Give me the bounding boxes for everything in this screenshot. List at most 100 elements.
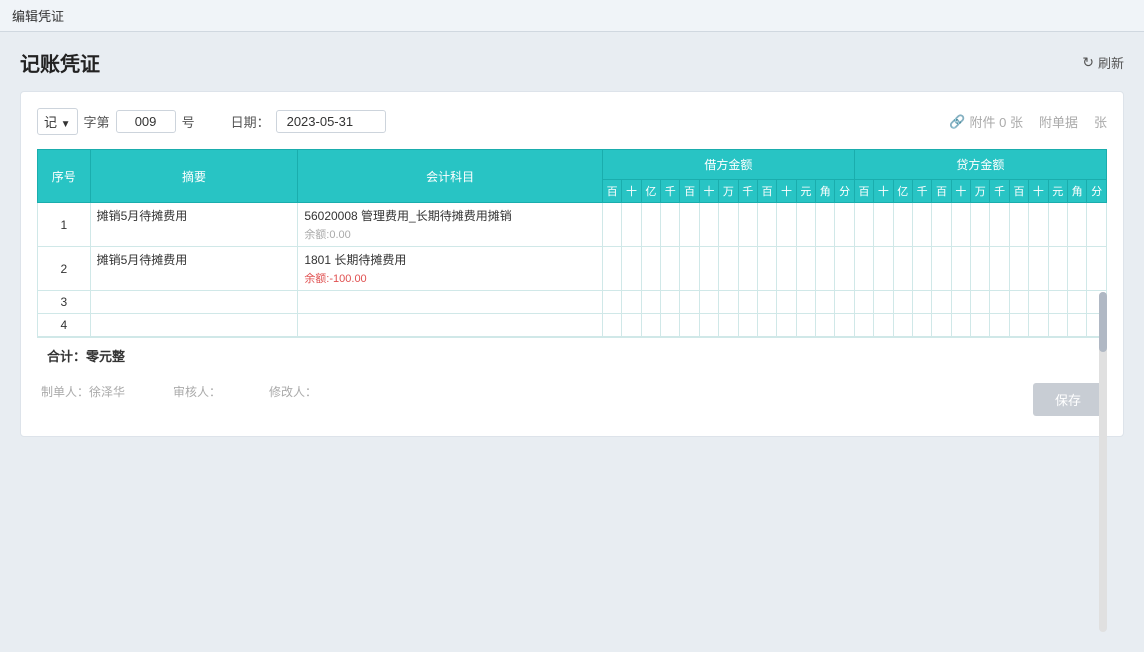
row-summary-0[interactable]: 摊销5月待摊费用 xyxy=(90,203,298,247)
debit-cell-3-11[interactable] xyxy=(816,314,835,337)
credit-cell-1-3[interactable] xyxy=(912,247,931,291)
credit-cell-2-3[interactable] xyxy=(912,291,931,314)
credit-cell-1-10[interactable] xyxy=(1048,247,1067,291)
credit-cell-3-6[interactable] xyxy=(971,314,990,337)
debit-cell-2-7[interactable] xyxy=(738,291,757,314)
scrollbar-thumb[interactable] xyxy=(1099,292,1107,352)
credit-cell-2-1[interactable] xyxy=(874,291,893,314)
debit-cell-2-10[interactable] xyxy=(796,291,815,314)
refresh-button[interactable]: ↻ 刷新 xyxy=(1082,53,1124,72)
debit-cell-1-12[interactable] xyxy=(835,247,854,291)
debit-cell-2-4[interactable] xyxy=(680,291,699,314)
credit-cell-0-3[interactable] xyxy=(912,203,931,247)
credit-cell-2-5[interactable] xyxy=(951,291,970,314)
debit-cell-3-1[interactable] xyxy=(622,314,641,337)
debit-cell-1-11[interactable] xyxy=(816,247,835,291)
debit-cell-3-6[interactable] xyxy=(719,314,738,337)
credit-cell-3-0[interactable] xyxy=(854,314,873,337)
debit-cell-2-11[interactable] xyxy=(816,291,835,314)
credit-cell-0-4[interactable] xyxy=(932,203,951,247)
debit-cell-1-7[interactable] xyxy=(738,247,757,291)
scrollbar-track[interactable] xyxy=(1099,292,1107,632)
row-account-0[interactable]: 56020008 管理费用_长期待摊费用摊销余额:0.00 xyxy=(298,203,603,247)
credit-cell-1-1[interactable] xyxy=(874,247,893,291)
credit-cell-2-10[interactable] xyxy=(1048,291,1067,314)
credit-cell-1-0[interactable] xyxy=(854,247,873,291)
credit-cell-3-5[interactable] xyxy=(951,314,970,337)
credit-cell-2-0[interactable] xyxy=(854,291,873,314)
credit-cell-3-8[interactable] xyxy=(1009,314,1028,337)
debit-cell-2-0[interactable] xyxy=(602,291,621,314)
debit-cell-3-10[interactable] xyxy=(796,314,815,337)
type-select[interactable]: 记 ▼ xyxy=(37,108,78,135)
debit-cell-3-2[interactable] xyxy=(641,314,660,337)
debit-cell-0-5[interactable] xyxy=(699,203,718,247)
row-account-2[interactable] xyxy=(298,291,603,314)
debit-cell-2-8[interactable] xyxy=(757,291,776,314)
debit-cell-0-11[interactable] xyxy=(816,203,835,247)
credit-cell-1-9[interactable] xyxy=(1029,247,1048,291)
credit-cell-1-6[interactable] xyxy=(971,247,990,291)
row-summary-3[interactable] xyxy=(90,314,298,337)
debit-cell-0-10[interactable] xyxy=(796,203,815,247)
credit-cell-1-8[interactable] xyxy=(1009,247,1028,291)
debit-cell-3-4[interactable] xyxy=(680,314,699,337)
debit-cell-2-2[interactable] xyxy=(641,291,660,314)
debit-cell-1-9[interactable] xyxy=(777,247,796,291)
credit-cell-3-2[interactable] xyxy=(893,314,912,337)
debit-cell-2-1[interactable] xyxy=(622,291,641,314)
credit-cell-1-5[interactable] xyxy=(951,247,970,291)
debit-cell-2-6[interactable] xyxy=(719,291,738,314)
credit-cell-3-9[interactable] xyxy=(1029,314,1048,337)
debit-cell-3-3[interactable] xyxy=(661,314,680,337)
debit-cell-1-6[interactable] xyxy=(719,247,738,291)
credit-cell-1-12[interactable] xyxy=(1087,247,1107,291)
credit-cell-2-4[interactable] xyxy=(932,291,951,314)
row-account-1[interactable]: 1801 长期待摊费用余额:-100.00 xyxy=(298,247,603,291)
debit-cell-1-3[interactable] xyxy=(661,247,680,291)
debit-cell-1-5[interactable] xyxy=(699,247,718,291)
credit-cell-2-6[interactable] xyxy=(971,291,990,314)
credit-cell-0-8[interactable] xyxy=(1009,203,1028,247)
credit-cell-1-2[interactable] xyxy=(893,247,912,291)
credit-cell-0-7[interactable] xyxy=(990,203,1009,247)
debit-cell-3-7[interactable] xyxy=(738,314,757,337)
credit-cell-0-10[interactable] xyxy=(1048,203,1067,247)
credit-cell-3-3[interactable] xyxy=(912,314,931,337)
debit-cell-3-0[interactable] xyxy=(602,314,621,337)
credit-cell-1-11[interactable] xyxy=(1067,247,1086,291)
debit-cell-1-10[interactable] xyxy=(796,247,815,291)
debit-cell-1-1[interactable] xyxy=(622,247,641,291)
credit-cell-0-0[interactable] xyxy=(854,203,873,247)
debit-cell-2-9[interactable] xyxy=(777,291,796,314)
credit-cell-2-7[interactable] xyxy=(990,291,1009,314)
debit-cell-2-12[interactable] xyxy=(835,291,854,314)
debit-cell-1-8[interactable] xyxy=(757,247,776,291)
debit-cell-0-3[interactable] xyxy=(661,203,680,247)
date-input[interactable] xyxy=(276,110,386,133)
debit-cell-3-8[interactable] xyxy=(757,314,776,337)
debit-cell-2-3[interactable] xyxy=(661,291,680,314)
debit-cell-0-7[interactable] xyxy=(738,203,757,247)
debit-cell-1-4[interactable] xyxy=(680,247,699,291)
credit-cell-0-5[interactable] xyxy=(951,203,970,247)
voucher-number-input[interactable] xyxy=(116,110,176,133)
credit-cell-3-4[interactable] xyxy=(932,314,951,337)
debit-cell-1-2[interactable] xyxy=(641,247,660,291)
attachment-link[interactable]: 🔗 附件 0 张 xyxy=(949,112,1023,131)
row-account-3[interactable] xyxy=(298,314,603,337)
credit-cell-3-10[interactable] xyxy=(1048,314,1067,337)
credit-cell-0-9[interactable] xyxy=(1029,203,1048,247)
credit-cell-2-2[interactable] xyxy=(893,291,912,314)
debit-cell-0-9[interactable] xyxy=(777,203,796,247)
debit-cell-3-9[interactable] xyxy=(777,314,796,337)
debit-cell-0-2[interactable] xyxy=(641,203,660,247)
credit-cell-3-7[interactable] xyxy=(990,314,1009,337)
debit-cell-0-4[interactable] xyxy=(680,203,699,247)
credit-cell-2-8[interactable] xyxy=(1009,291,1028,314)
credit-cell-0-2[interactable] xyxy=(893,203,912,247)
debit-cell-0-6[interactable] xyxy=(719,203,738,247)
debit-cell-0-12[interactable] xyxy=(835,203,854,247)
credit-cell-0-1[interactable] xyxy=(874,203,893,247)
credit-cell-0-12[interactable] xyxy=(1087,203,1107,247)
